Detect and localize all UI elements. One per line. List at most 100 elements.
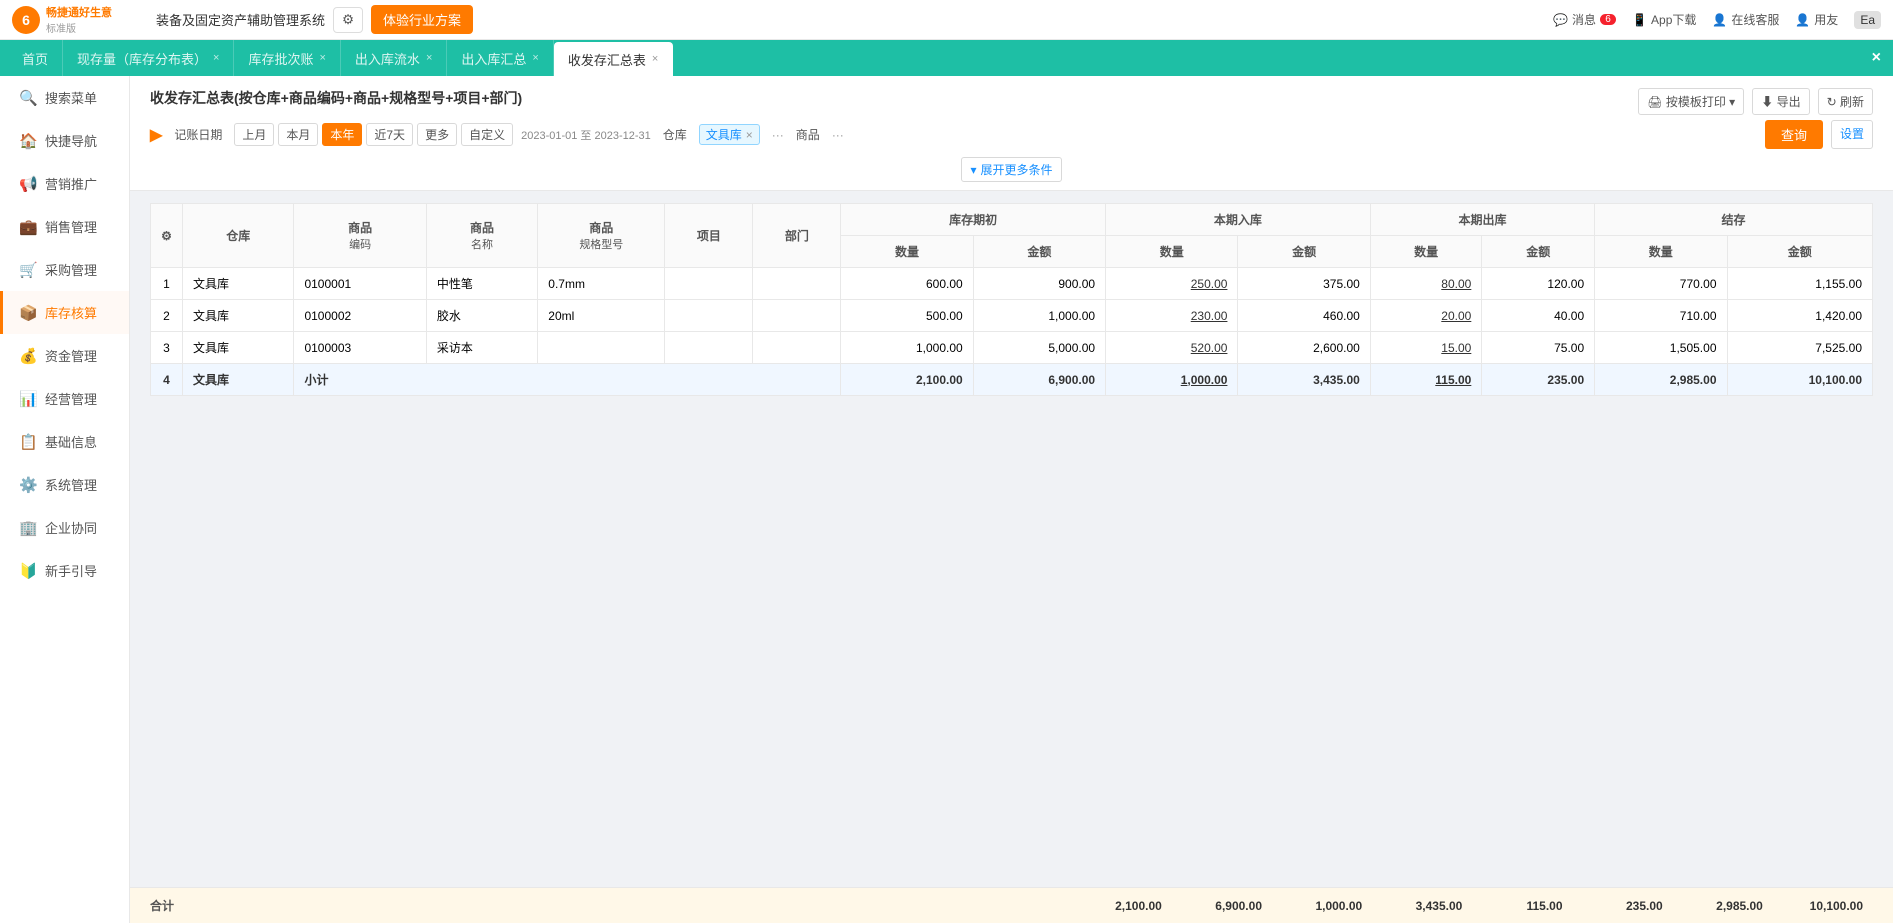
tab-in-out-flow[interactable]: 出入库流水 × bbox=[341, 40, 447, 76]
message-action[interactable]: 💬 消息 6 bbox=[1553, 11, 1616, 28]
message-badge: 6 bbox=[1600, 14, 1616, 25]
sidebar-item-purchase[interactable]: 🛒 采购管理 bbox=[0, 248, 129, 291]
app-download-action[interactable]: 📱 App下载 bbox=[1632, 11, 1696, 28]
sidebar-item-system-label: 系统管理 bbox=[45, 475, 97, 494]
table-area: ⚙ 仓库 商品编码 商品名称 商品规格型号 项目 部门 库存期初 本期入库 本期… bbox=[130, 191, 1893, 887]
filter-expand-arrow[interactable]: ▶ bbox=[150, 125, 162, 145]
try-plan-button[interactable]: 体验行业方案 bbox=[371, 5, 473, 34]
tab-in-out-summary-close[interactable]: × bbox=[532, 52, 538, 64]
sidebar-item-enterprise[interactable]: 🏢 企业协同 bbox=[0, 506, 129, 549]
logo-icon: 6 bbox=[12, 6, 40, 34]
cell-product-spec bbox=[538, 332, 665, 364]
sidebar: 🔍 搜索菜单 🏠 快捷导航 📢 营销推广 💼 销售管理 🛒 采购管理 📦 库存核… bbox=[0, 76, 130, 923]
th-gear[interactable]: ⚙ bbox=[151, 204, 183, 268]
sidebar-item-base-info[interactable]: 📋 基础信息 bbox=[0, 420, 129, 463]
tab-in-out-flow-label: 出入库流水 bbox=[355, 49, 420, 68]
cell-out-qty[interactable]: 20.00 bbox=[1370, 300, 1482, 332]
sidebar-item-inventory[interactable]: 📦 库存核算 bbox=[0, 291, 129, 334]
logo-text: 畅捷通好生意 标准版 bbox=[46, 4, 112, 35]
date-btn-last-month[interactable]: 上月 bbox=[234, 123, 274, 146]
tab-close-all[interactable]: × bbox=[1872, 49, 1881, 67]
tab-batch-account-close[interactable]: × bbox=[319, 52, 325, 64]
cell-seq: 1 bbox=[151, 268, 183, 300]
cell-project bbox=[665, 268, 753, 300]
system-icon: ⚙️ bbox=[19, 476, 37, 494]
tab-recv-send-summary[interactable]: 收发存汇总表 × bbox=[554, 42, 673, 76]
online-service-action[interactable]: 👤 在线客服 bbox=[1712, 11, 1779, 28]
phone-icon: 📱 bbox=[1632, 13, 1647, 27]
subtotal-out-amount: 235.00 bbox=[1482, 364, 1595, 396]
sidebar-item-enterprise-label: 企业协同 bbox=[45, 518, 97, 537]
sidebar-item-search[interactable]: 🔍 搜索菜单 bbox=[0, 76, 129, 119]
cell-product-code: 0100001 bbox=[294, 268, 426, 300]
finance-icon: 💰 bbox=[19, 347, 37, 365]
sidebar-item-base-info-label: 基础信息 bbox=[45, 432, 97, 451]
print-button[interactable]: 🖨 按模板打印 ▾ bbox=[1638, 88, 1744, 115]
expand-more-conditions[interactable]: ▾ 展开更多条件 bbox=[961, 157, 1061, 182]
subtotal-in-qty[interactable]: 1,000.00 bbox=[1106, 364, 1238, 396]
warehouse-label: 仓库 bbox=[663, 126, 687, 143]
tab-in-out-flow-close[interactable]: × bbox=[426, 52, 432, 64]
date-btn-this-month[interactable]: 本月 bbox=[278, 123, 318, 146]
service-icon: 👤 bbox=[1712, 13, 1727, 27]
cell-out-qty[interactable]: 15.00 bbox=[1370, 332, 1482, 364]
footer-balance-amount: 10,100.00 bbox=[1773, 899, 1873, 913]
tab-inventory-dist[interactable]: 现存量（库存分布表） × bbox=[63, 40, 234, 76]
cell-balance-qty: 1,505.00 bbox=[1595, 332, 1727, 364]
warehouse-value: 文具库 bbox=[706, 126, 742, 143]
cell-product-spec: 0.7mm bbox=[538, 268, 665, 300]
th-opening-qty: 数量 bbox=[841, 236, 973, 268]
sidebar-item-system[interactable]: ⚙️ 系统管理 bbox=[0, 463, 129, 506]
cell-in-qty[interactable]: 230.00 bbox=[1106, 300, 1238, 332]
tab-home[interactable]: 首页 bbox=[8, 40, 63, 76]
sidebar-item-quick-nav[interactable]: 🏠 快捷导航 bbox=[0, 119, 129, 162]
refresh-button[interactable]: ↻ 刷新 bbox=[1818, 88, 1873, 115]
user-action[interactable]: 👤 用友 bbox=[1795, 11, 1838, 28]
tab-recv-send-summary-close[interactable]: × bbox=[652, 53, 658, 65]
date-btn-more[interactable]: 更多 bbox=[417, 123, 457, 146]
logo-area: 6 畅捷通好生意 标准版 bbox=[12, 4, 142, 35]
subtotal-seq: 4 bbox=[151, 364, 183, 396]
cell-project bbox=[665, 332, 753, 364]
cell-in-qty[interactable]: 250.00 bbox=[1106, 268, 1238, 300]
date-label: 记账日期 bbox=[174, 126, 222, 143]
warehouse-more[interactable]: ··· bbox=[772, 128, 784, 142]
date-btn-this-year[interactable]: 本年 bbox=[322, 123, 362, 146]
gear-button[interactable]: ⚙ bbox=[333, 7, 363, 33]
purchase-icon: 🛒 bbox=[19, 261, 37, 279]
enterprise-icon: 🏢 bbox=[19, 519, 37, 537]
page-title: 收发存汇总表(按仓库+商品编码+商品+规格型号+项目+部门) bbox=[150, 88, 522, 108]
export-button[interactable]: ⬇ 导出 bbox=[1752, 88, 1809, 115]
chevron-down-icon: ▾ bbox=[1729, 95, 1735, 109]
sidebar-item-operations[interactable]: 📊 经营管理 bbox=[0, 377, 129, 420]
th-product-code: 商品编码 bbox=[294, 204, 426, 268]
top-header-left: 6 畅捷通好生意 标准版 装备及固定资产辅助管理系统 ⚙ 体验行业方案 bbox=[12, 4, 473, 35]
cell-opening-qty: 1,000.00 bbox=[841, 332, 973, 364]
date-btn-7days[interactable]: 近7天 bbox=[366, 123, 413, 146]
settings-link[interactable]: 设置 bbox=[1831, 120, 1873, 149]
message-icon: 💬 bbox=[1553, 13, 1568, 27]
sidebar-item-marketing-label: 营销推广 bbox=[45, 174, 97, 193]
query-button[interactable]: 查询 bbox=[1765, 120, 1823, 149]
warehouse-remove-icon[interactable]: × bbox=[746, 128, 753, 142]
subtotal-warehouse: 文具库 bbox=[183, 364, 294, 396]
footer-balance-qty: 2,985.00 bbox=[1673, 899, 1773, 913]
th-opening-group: 库存期初 bbox=[841, 204, 1106, 236]
tab-in-out-summary[interactable]: 出入库汇总 × bbox=[447, 40, 553, 76]
subtotal-out-qty[interactable]: 115.00 bbox=[1370, 364, 1482, 396]
tab-inventory-dist-close[interactable]: × bbox=[213, 52, 219, 64]
cell-seq: 3 bbox=[151, 332, 183, 364]
sidebar-item-finance[interactable]: 💰 资金管理 bbox=[0, 334, 129, 377]
user-ea: Ea bbox=[1854, 11, 1881, 29]
sidebar-item-guide[interactable]: 🔰 新手引导 bbox=[0, 549, 129, 592]
system-name: 装备及固定资产辅助管理系统 bbox=[156, 10, 325, 29]
cell-in-amount: 2,600.00 bbox=[1238, 332, 1370, 364]
sidebar-item-marketing[interactable]: 📢 营销推广 bbox=[0, 162, 129, 205]
cell-out-qty[interactable]: 80.00 bbox=[1370, 268, 1482, 300]
date-btn-custom[interactable]: 自定义 bbox=[461, 123, 513, 146]
cell-in-qty[interactable]: 520.00 bbox=[1106, 332, 1238, 364]
cell-opening-amount: 5,000.00 bbox=[973, 332, 1105, 364]
product-more[interactable]: ··· bbox=[832, 128, 844, 142]
sidebar-item-sales[interactable]: 💼 销售管理 bbox=[0, 205, 129, 248]
tab-batch-account[interactable]: 库存批次账 × bbox=[234, 40, 340, 76]
